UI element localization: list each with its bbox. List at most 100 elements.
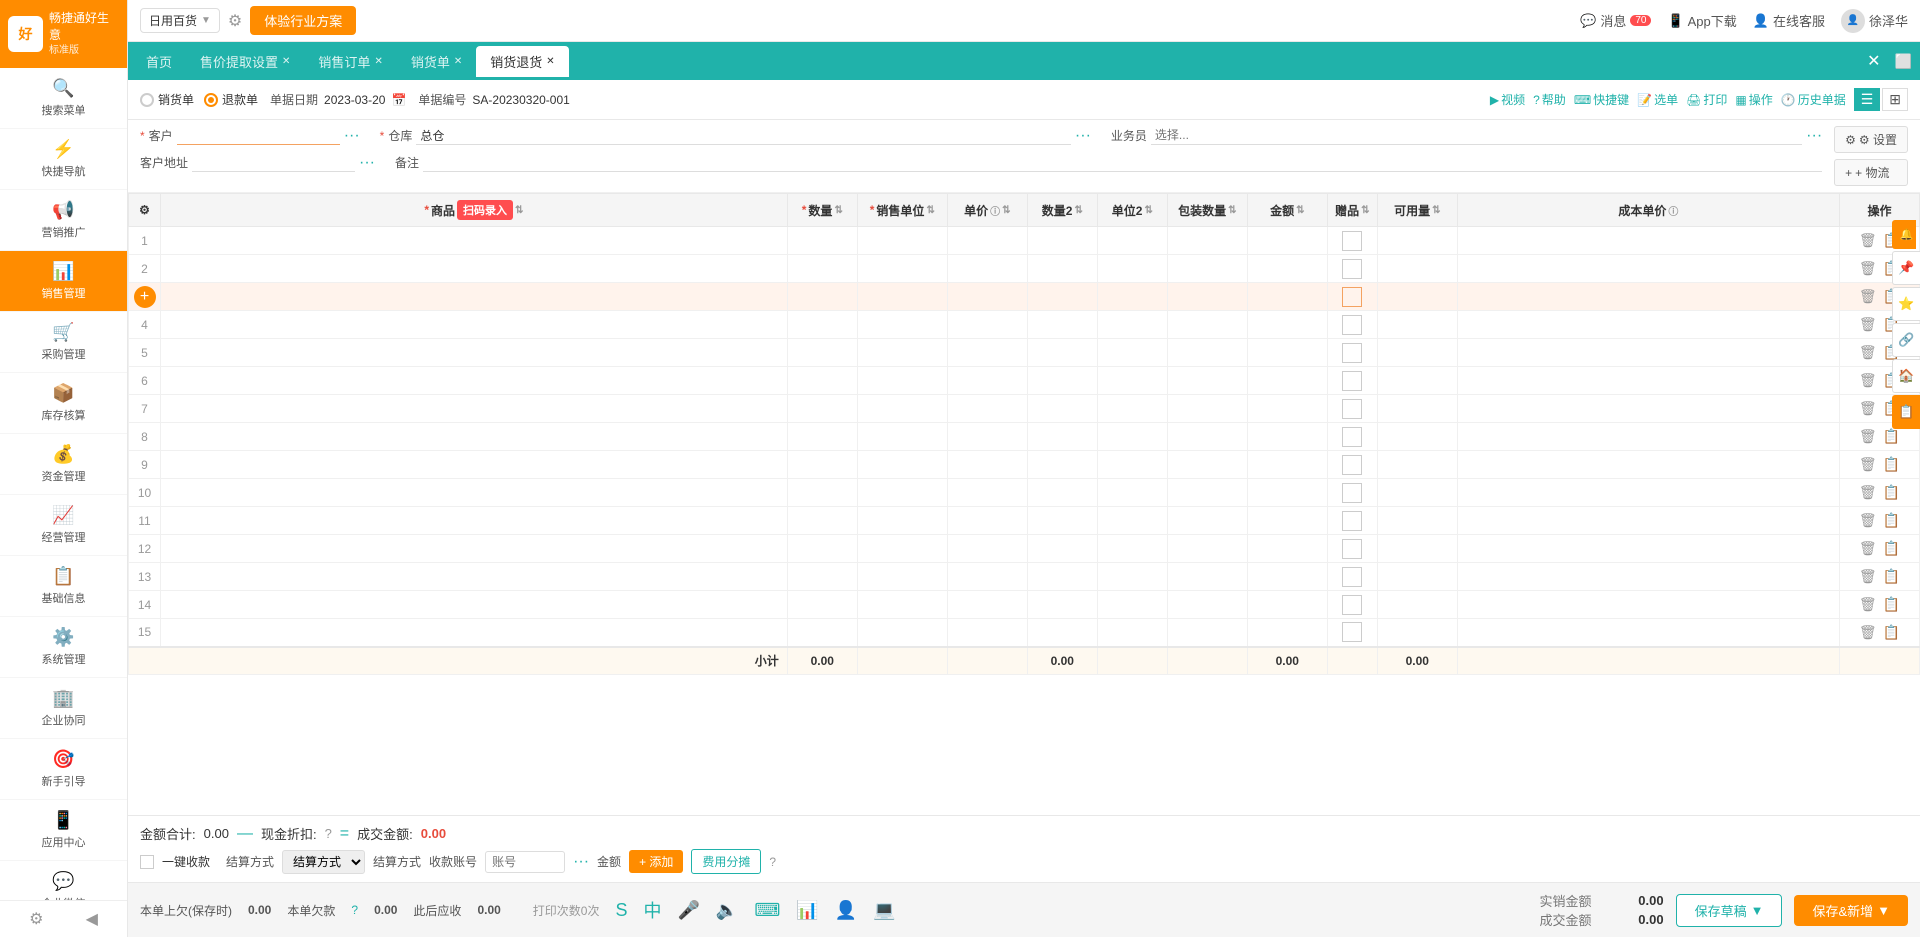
row-11-del[interactable]: 🗑: [1859, 512, 1877, 529]
remark-input[interactable]: [423, 153, 1822, 172]
warehouse-input[interactable]: [416, 126, 1071, 145]
row-2-qty[interactable]: [787, 255, 857, 283]
settings-config-btn[interactable]: ⚙ ⚙ 设置: [1834, 126, 1908, 153]
sidebar-item-purchase[interactable]: 🛒 采购管理: [0, 312, 127, 373]
sidebar-item-sales[interactable]: 📊 销售管理: [0, 251, 127, 312]
row-3-delete-btn[interactable]: 🗑: [1859, 288, 1877, 305]
row-9-del[interactable]: 🗑: [1859, 456, 1877, 473]
addr-dots-btn[interactable]: ···: [359, 154, 375, 172]
qty-sort-icon[interactable]: ⇅: [834, 205, 842, 216]
row-1-product[interactable]: [161, 227, 788, 255]
sidebar-item-operation[interactable]: 📈 经营管理: [0, 495, 127, 556]
list-view-btn[interactable]: ☰: [1854, 88, 1881, 111]
float-btn-6[interactable]: 📋: [1892, 395, 1920, 429]
online-service-btn[interactable]: 👤 在线客服: [1753, 11, 1825, 30]
row-2-available[interactable]: [1377, 255, 1457, 283]
available-sort-icon[interactable]: ⇅: [1432, 205, 1440, 216]
discount-help-icon[interactable]: ?: [325, 826, 332, 841]
topbar-gear-icon[interactable]: ⚙: [228, 11, 242, 31]
fee-split-help-icon[interactable]: ?: [769, 855, 776, 869]
pkg-sort-icon[interactable]: ⇅: [1228, 205, 1236, 216]
row-13-del[interactable]: 🗑: [1859, 568, 1877, 585]
row-3-price[interactable]: [947, 283, 1027, 311]
row-3-qty2[interactable]: [1027, 283, 1097, 311]
tab-sales-return[interactable]: 销货退货 ✕: [476, 46, 568, 77]
settlement-select[interactable]: 结算方式: [282, 850, 365, 874]
row-1-qty[interactable]: [787, 227, 857, 255]
salesman-dots-btn[interactable]: ···: [1806, 127, 1822, 145]
cost-info-icon[interactable]: ⓘ: [1668, 203, 1678, 218]
toolbar-icon-3[interactable]: 🎤: [678, 900, 700, 921]
collapse-sidebar-btn[interactable]: ◀: [86, 909, 98, 929]
sidebar-item-wechat[interactable]: 💬 企业微信: [0, 861, 127, 900]
row-3-cost[interactable]: [1457, 283, 1839, 311]
toolbar-icon-2[interactable]: 中: [644, 897, 662, 923]
toolbar-icon-8[interactable]: 💻: [873, 900, 895, 921]
toolbar-icon-4[interactable]: 🔈: [716, 900, 738, 921]
tab-home[interactable]: 首页: [132, 46, 186, 77]
price-info-icon[interactable]: ⓘ: [990, 203, 1000, 218]
customer-addr-input[interactable]: [192, 153, 355, 172]
app-download-btn[interactable]: 📱 App下载: [1667, 11, 1736, 30]
shortcut-link[interactable]: ⌨ 快捷键: [1574, 91, 1629, 108]
row-2-qty2[interactable]: [1027, 255, 1097, 283]
row-1-unit[interactable]: [857, 227, 947, 255]
row-2-unit2[interactable]: [1097, 255, 1167, 283]
row-14-del[interactable]: 🗑: [1859, 596, 1877, 613]
row-3-qty[interactable]: [787, 283, 857, 311]
scan-btn[interactable]: 扫码录入: [457, 200, 513, 220]
print-link[interactable]: 🖨 打印: [1686, 91, 1727, 108]
total-owe-icon[interactable]: ?: [351, 903, 358, 917]
tab-close-all-btn[interactable]: ✕: [1863, 51, 1884, 71]
row-2-price[interactable]: [947, 255, 1027, 283]
notification-btn[interactable]: 💬 消息 70: [1580, 11, 1651, 30]
row-2-delete-btn[interactable]: 🗑: [1859, 260, 1877, 277]
unit-sort-icon[interactable]: ⇅: [926, 205, 934, 216]
row-2-gift[interactable]: [1327, 255, 1377, 283]
row-1-pkg[interactable]: [1167, 227, 1247, 255]
price-sort-icon[interactable]: ⇅: [1002, 205, 1010, 216]
trial-btn[interactable]: 体验行业方案: [250, 6, 356, 35]
row-1-gift-check[interactable]: [1342, 231, 1362, 251]
row-3-add[interactable]: +: [129, 283, 161, 311]
row-3-available[interactable]: [1377, 283, 1457, 311]
sidebar-item-finance[interactable]: 💰 资金管理: [0, 434, 127, 495]
row-11-copy[interactable]: 📋: [1883, 512, 1900, 529]
select-link[interactable]: 📝 选单: [1637, 91, 1678, 108]
amount-sort-icon[interactable]: ⇅: [1296, 205, 1304, 216]
row-3-unit2[interactable]: [1097, 283, 1167, 311]
customer-dots-btn[interactable]: ···: [344, 127, 360, 145]
user-profile-btn[interactable]: 👤 徐泽华: [1841, 9, 1908, 33]
row-1-qty2[interactable]: [1027, 227, 1097, 255]
row-1-amount[interactable]: [1247, 227, 1327, 255]
help-link[interactable]: ? 帮助: [1533, 91, 1566, 108]
sidebar-item-system[interactable]: ⚙️ 系统管理: [0, 617, 127, 678]
th-settings[interactable]: ⚙: [129, 194, 161, 227]
tab-sales-return-close[interactable]: ✕: [546, 56, 554, 67]
tab-sales-shipment-close[interactable]: ✕: [454, 56, 462, 67]
row-8-copy[interactable]: 📋: [1883, 428, 1900, 445]
row-3-product[interactable]: [161, 283, 788, 311]
float-btn-5[interactable]: 🏠: [1892, 359, 1920, 393]
save-new-btn[interactable]: 保存&新增 ▼: [1794, 895, 1908, 926]
video-link[interactable]: ▶ 视频: [1490, 91, 1525, 108]
row-3-amount[interactable]: [1247, 283, 1327, 311]
settings-bottom-btn[interactable]: ⚙: [29, 909, 43, 929]
row-4-del[interactable]: 🗑: [1859, 316, 1877, 333]
fee-split-btn[interactable]: 费用分摊: [691, 849, 761, 874]
row-2-amount[interactable]: [1247, 255, 1327, 283]
row-2-pkg[interactable]: [1167, 255, 1247, 283]
row-13-copy[interactable]: 📋: [1883, 568, 1900, 585]
tab-sales-order[interactable]: 销售订单 ✕: [304, 46, 396, 77]
row-5-del[interactable]: 🗑: [1859, 344, 1877, 361]
row-2-unit[interactable]: [857, 255, 947, 283]
row-12-copy[interactable]: 📋: [1883, 540, 1900, 557]
sidebar-item-shortcut[interactable]: ⚡ 快捷导航: [0, 129, 127, 190]
radio-return[interactable]: 退款单: [204, 91, 258, 108]
tab-price-setting[interactable]: 售价提取设置 ✕: [186, 46, 304, 77]
product-sort-icon[interactable]: ⇅: [515, 205, 523, 216]
calendar-icon[interactable]: 📅: [391, 93, 406, 107]
toolbar-icon-7[interactable]: 👤: [835, 900, 857, 921]
sidebar-item-enterprise[interactable]: 🏢 企业协同: [0, 678, 127, 739]
sidebar-item-search[interactable]: 🔍 搜索菜单: [0, 68, 127, 129]
